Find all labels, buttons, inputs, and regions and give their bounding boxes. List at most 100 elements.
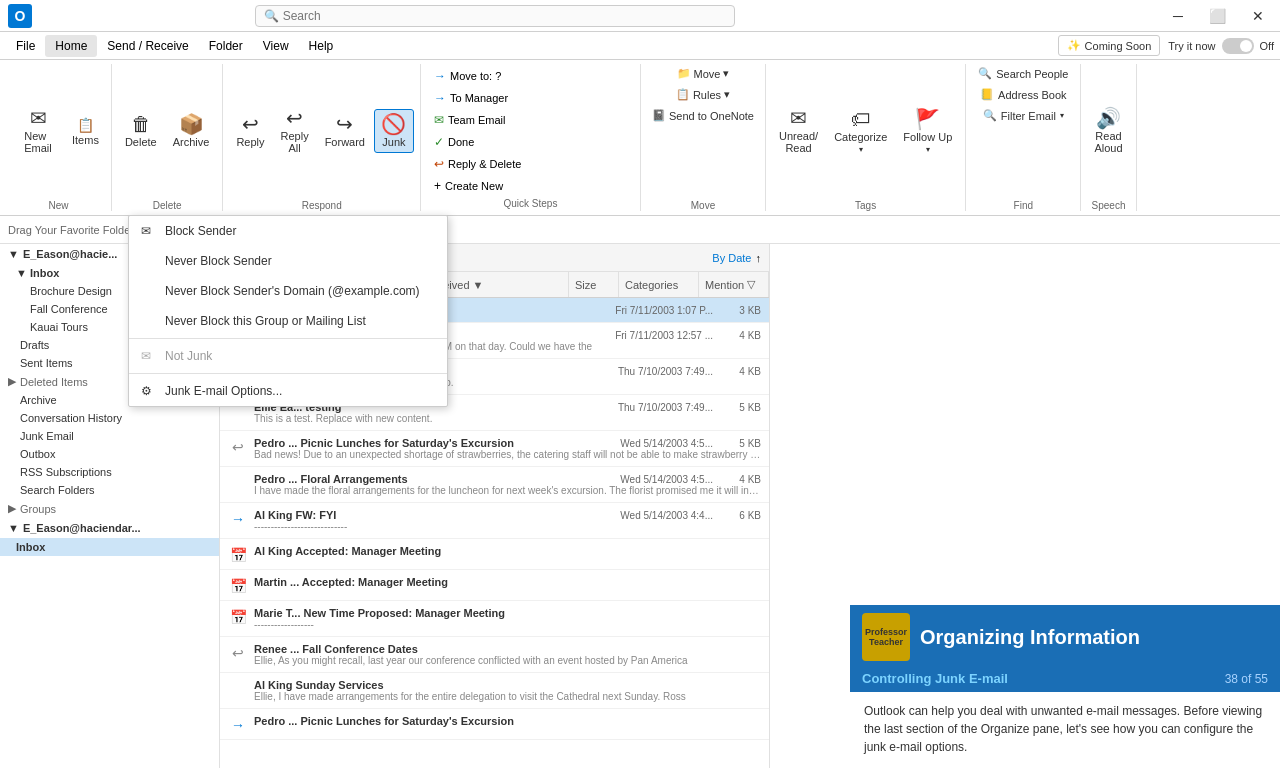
- sidebar-item-conv-history[interactable]: Conversation History: [0, 409, 219, 427]
- qs-done[interactable]: ✓ Done: [427, 132, 634, 152]
- sort-direction-icon[interactable]: ↑: [756, 252, 762, 264]
- title-bar: O 🔍 ─ ⬜ ✕: [0, 0, 1280, 32]
- received-sort-icon: ▼: [473, 279, 484, 291]
- email-item-6[interactable]: Pedro ... Floral Arrangements Wed 5/14/2…: [220, 467, 769, 503]
- maximize-button[interactable]: ⬜: [1204, 2, 1232, 30]
- qs-to-manager-label: To Manager: [450, 92, 508, 104]
- email-size: 5 KB: [721, 402, 761, 413]
- delete-button[interactable]: 🗑 Delete: [118, 109, 164, 153]
- forward-button[interactable]: ↪ Forward: [318, 109, 372, 153]
- qs-create-new[interactable]: + Create New: [427, 176, 634, 196]
- sidebar-item-outbox[interactable]: Outbox: [0, 445, 219, 463]
- categorize-button[interactable]: 🏷 Categorize ▾: [827, 104, 894, 159]
- read-aloud-button[interactable]: 🔊 ReadAloud: [1087, 103, 1129, 159]
- col-header-mention[interactable]: Mention ▽: [699, 272, 769, 297]
- email-header-row: Al King FW: FYI Wed 5/14/2003 4:4... 6 K…: [254, 509, 761, 521]
- col-header-size[interactable]: Size: [569, 272, 619, 297]
- app-logo: O: [8, 4, 32, 28]
- email-item-10[interactable]: 📅 Marie T... New Time Proposed: Manager …: [220, 601, 769, 637]
- email-item-13[interactable]: → Pedro ... Picnic Lunches for Saturday'…: [220, 709, 769, 740]
- qs-team-email[interactable]: ✉ Team Email: [427, 110, 634, 130]
- move-label: Move: [694, 68, 721, 80]
- menu-file[interactable]: File: [6, 35, 45, 57]
- send-to-onenote-button[interactable]: 📓 Send to OneNote: [647, 106, 759, 125]
- email-item-9[interactable]: 📅 Martin ... Accepted: Manager Meeting: [220, 570, 769, 601]
- reply-all-button[interactable]: ↩ ReplyAll: [274, 103, 316, 159]
- sidebar-item-search-folders[interactable]: Search Folders: [0, 481, 219, 499]
- move-button[interactable]: 📁 Move ▾: [672, 64, 735, 83]
- delete-group-label: Delete: [118, 198, 216, 211]
- dropdown-never-block-sender[interactable]: Never Block Sender: [129, 246, 447, 276]
- email-item-7[interactable]: → Al King FW: FYI Wed 5/14/2003 4:4... 6…: [220, 503, 769, 539]
- sort-label[interactable]: By Date: [712, 252, 751, 264]
- archive-button[interactable]: 📦 Archive: [166, 109, 217, 153]
- delete-buttons: 🗑 Delete 📦 Archive: [118, 64, 216, 198]
- window-controls: ─ ⬜ ✕: [1164, 2, 1272, 30]
- new-items-button[interactable]: 📋 Items: [66, 114, 105, 149]
- menu-view[interactable]: View: [253, 35, 299, 57]
- dropdown-never-block-domain[interactable]: Never Block Sender's Domain (@example.co…: [129, 276, 447, 306]
- dropdown-never-block-group[interactable]: Never Block this Group or Mailing List: [129, 306, 447, 336]
- address-book-button[interactable]: 📒 Address Book: [974, 85, 1072, 104]
- email-item-5[interactable]: ↩ Pedro ... Picnic Lunches for Saturday'…: [220, 431, 769, 467]
- search-input[interactable]: [283, 9, 726, 23]
- archive-label: Archive: [20, 394, 57, 406]
- kauai-label: Kauai Tours: [30, 321, 88, 333]
- email-direction-icon: →: [231, 717, 245, 733]
- sidebar-item-rss[interactable]: RSS Subscriptions: [0, 463, 219, 481]
- calendar-email-icon: 📅: [230, 609, 247, 625]
- dropdown-junk-options[interactable]: ⚙ Junk E-mail Options...: [129, 376, 447, 406]
- sort-controls: By Date ↑: [712, 252, 761, 264]
- email-item-12[interactable]: Al King Sunday Services Ellie, I have ma…: [220, 673, 769, 709]
- filter-email-button[interactable]: 🔍 Filter Email ▾: [977, 106, 1070, 125]
- unread-read-label: Unread/Read: [779, 130, 818, 154]
- email-sender: Martin ... Accepted: Manager Meeting: [254, 576, 448, 588]
- email-meta: Wed 5/14/2003 4:4... 6 KB: [585, 509, 761, 521]
- sidebar-item-junk[interactable]: Junk Email: [0, 427, 219, 445]
- deleted-chevron: ▶: [8, 375, 16, 388]
- reply-all-label: ReplyAll: [281, 130, 309, 154]
- junk-options-label: Junk E-mail Options...: [165, 384, 282, 398]
- email-icon-col: [228, 473, 248, 475]
- dropdown-block-sender[interactable]: ✉ Block Sender: [129, 216, 447, 246]
- email-sender: Pedro ... Picnic Lunches for Saturday's …: [254, 437, 514, 449]
- quicksteps-group-label: Quick Steps: [427, 196, 634, 209]
- mention-label: Mention: [705, 279, 744, 291]
- follow-up-button[interactable]: 🚩 Follow Up ▾: [896, 104, 959, 159]
- menu-help[interactable]: Help: [299, 35, 344, 57]
- email-meta: [585, 576, 761, 588]
- qs-move-to[interactable]: → Move to: ?: [427, 66, 634, 86]
- email-sender: Marie T... New Time Proposed: Manager Me…: [254, 607, 505, 619]
- minimize-button[interactable]: ─: [1164, 2, 1192, 30]
- try-it-toggle[interactable]: Try it now Off: [1168, 38, 1274, 54]
- rules-button[interactable]: 📋 Rules ▾: [671, 85, 735, 104]
- email-meta: Thu 7/10/2003 7:49... 4 KB: [585, 365, 761, 377]
- unread-read-button[interactable]: ✉ Unread/Read: [772, 103, 825, 159]
- menu-home[interactable]: Home: [45, 35, 97, 57]
- email-item-8[interactable]: 📅 Al King Accepted: Manager Meeting: [220, 539, 769, 570]
- account-2-chevron: ▼: [8, 522, 19, 534]
- junk-email-label: Junk Email: [20, 430, 74, 442]
- email-item-11[interactable]: ↩ Renee ... Fall Conference Dates Ellie,…: [220, 637, 769, 673]
- qs-to-manager[interactable]: → To Manager: [427, 88, 634, 108]
- search-bar[interactable]: 🔍: [255, 5, 735, 27]
- email-size: 3 KB: [721, 305, 761, 316]
- search-people-button[interactable]: 🔍 Search People: [972, 64, 1074, 83]
- reply-button[interactable]: ↩ Reply: [229, 109, 271, 153]
- col-header-categories[interactable]: Categories: [619, 272, 699, 297]
- menu-send-receive[interactable]: Send / Receive: [97, 35, 198, 57]
- sidebar-item-inbox-2[interactable]: Inbox: [0, 538, 219, 556]
- junk-button[interactable]: 🚫 Junk: [374, 109, 414, 153]
- sidebar-account-2[interactable]: ▼ E_Eason@haciendar...: [0, 518, 219, 538]
- coming-soon-button[interactable]: ✨ Coming Soon: [1058, 35, 1161, 56]
- dropdown-not-junk[interactable]: ✉ Not Junk: [129, 341, 447, 371]
- new-email-label: NewEmail: [24, 130, 52, 154]
- menu-folder[interactable]: Folder: [199, 35, 253, 57]
- move-dropdown-icon: ▾: [723, 67, 729, 80]
- new-email-button[interactable]: ✉ NewEmail: [12, 103, 64, 159]
- qs-to-manager-icon: →: [434, 91, 446, 105]
- qs-reply-delete[interactable]: ↩ Reply & Delete: [427, 154, 634, 174]
- close-button[interactable]: ✕: [1244, 2, 1272, 30]
- sidebar-groups[interactable]: ▶ Groups: [0, 499, 219, 518]
- toggle-switch[interactable]: [1222, 38, 1254, 54]
